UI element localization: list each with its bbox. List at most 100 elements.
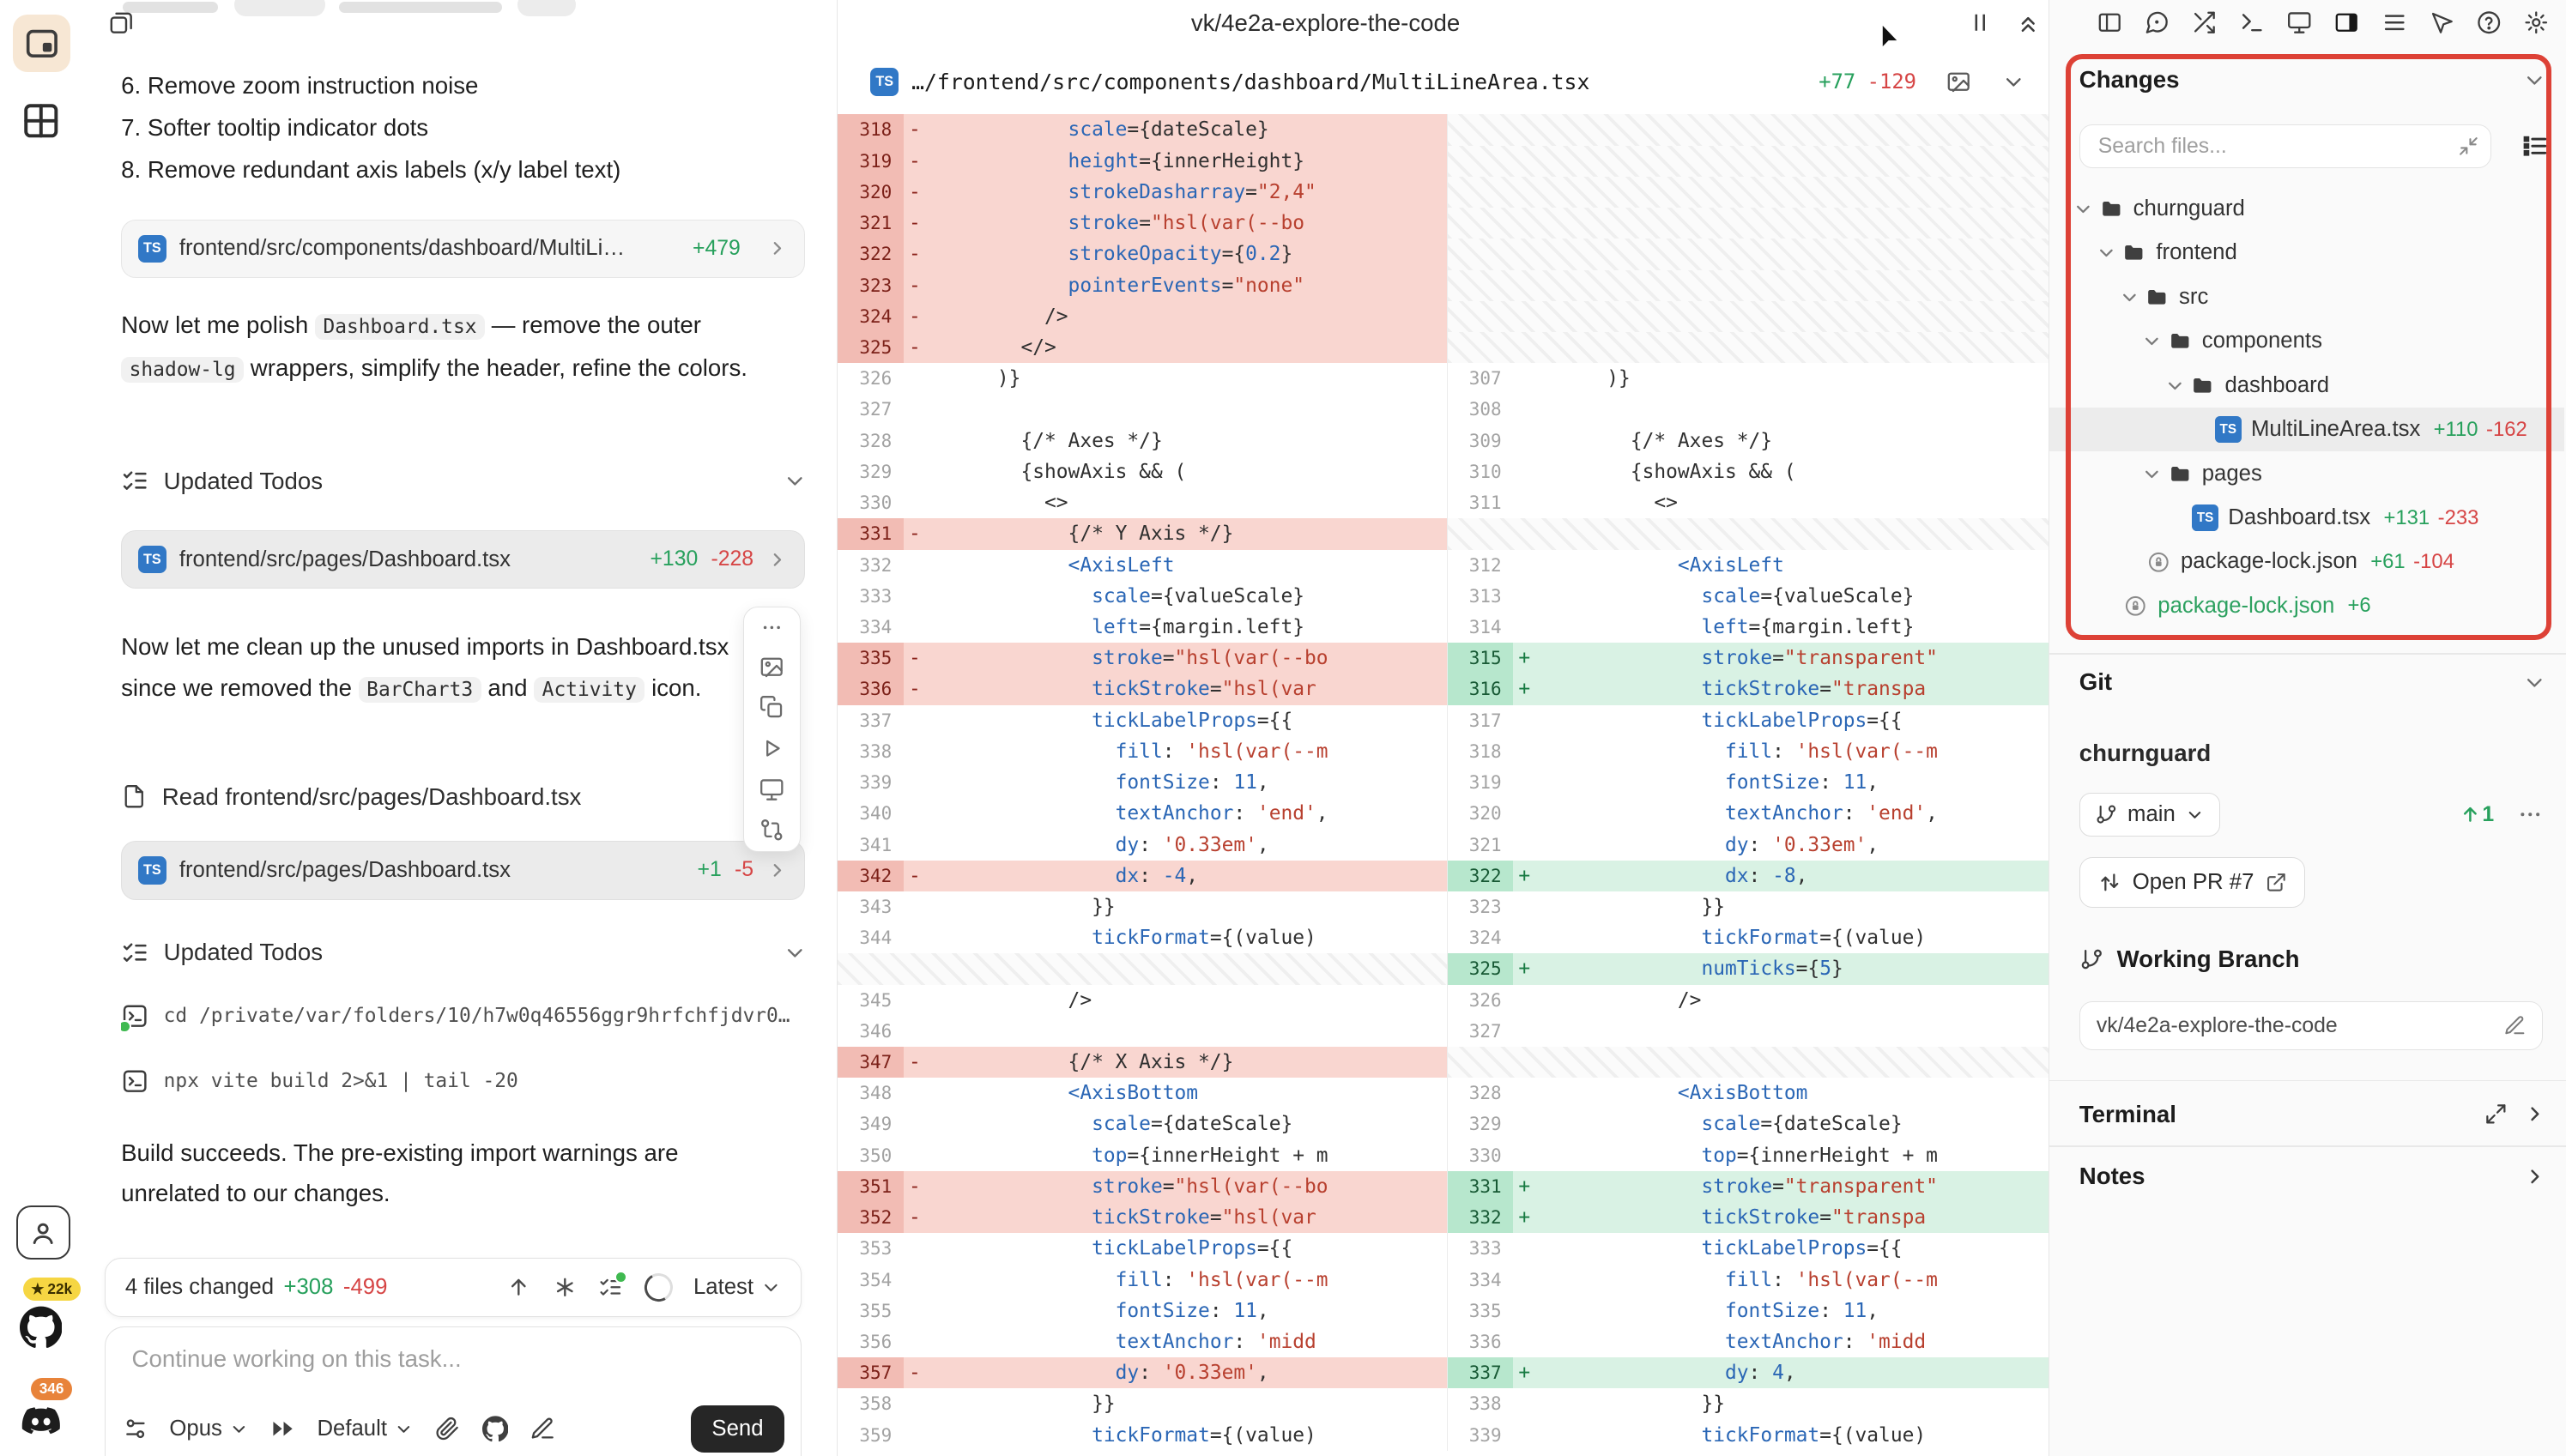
model-dropdown[interactable]: Opus	[169, 1417, 248, 1441]
pencil-icon[interactable]	[2503, 1014, 2527, 1037]
diff-line-left-318[interactable]: 318- scale={dateScale}	[838, 114, 1446, 145]
diff-line-left-347[interactable]: 347- {/* X Axis */}	[838, 1047, 1446, 1078]
more-options-icon[interactable]	[760, 616, 784, 639]
diff-line-left-334[interactable]: 334 left={margin.left}	[838, 612, 1446, 643]
diff-line-right-326[interactable]: 326 />	[1447, 985, 2049, 1016]
list-tree-icon[interactable]	[2521, 132, 2549, 160]
pen-icon[interactable]	[530, 1416, 556, 1442]
tree-file-package-lock.json[interactable]: package-lock.json+61-104	[2049, 540, 2564, 583]
diff-line-left-328[interactable]: 328 {/* Axes */}	[838, 426, 1446, 456]
tree-folder-frontend[interactable]: frontend	[2049, 231, 2564, 275]
git-compare-icon[interactable]	[759, 817, 785, 843]
diff-line-left-324[interactable]: 324- />	[838, 301, 1446, 332]
updated-todos-row[interactable]: Updated Todos	[121, 933, 808, 972]
file-change-chip[interactable]: TS frontend/src/pages/Dashboard.tsx +1 -…	[121, 841, 805, 900]
diff-line-right-336[interactable]: 336 textAnchor: 'midd	[1447, 1326, 2049, 1357]
diff-line-right-310[interactable]: 310 {showAxis && (	[1447, 456, 2049, 487]
terminal-command-row[interactable]: cd /private/var/folders/10/h7w0q46556ggr…	[121, 998, 804, 1034]
diff-line-right-315[interactable]: 315+ stroke="transparent"	[1447, 643, 2049, 674]
read-file-row[interactable]: Read frontend/src/pages/Dashboard.tsx	[121, 779, 581, 815]
minimize-icon[interactable]	[2458, 136, 2479, 157]
diff-line-left-349[interactable]: 349 scale={dateScale}	[838, 1109, 1446, 1139]
tree-folder-dashboard[interactable]: dashboard	[2049, 363, 2564, 407]
branch-selector[interactable]: main	[2079, 793, 2221, 837]
changes-section-header[interactable]: Changes	[2079, 62, 2546, 98]
diff-line-left-337[interactable]: 337 tickLabelProps={{	[838, 705, 1446, 736]
diff-line-right-309[interactable]: 309 {/* Axes */}	[1447, 426, 2049, 456]
diff-line-right-329[interactable]: 329 scale={dateScale}	[1447, 1109, 2049, 1139]
collapse-chevrons-icon[interactable]	[2015, 9, 2042, 36]
tree-file-package-lock.json[interactable]: package-lock.json+6	[2049, 584, 2564, 628]
shuffle-icon[interactable]	[2191, 9, 2218, 36]
terminal-section-header[interactable]: Terminal	[2079, 1090, 2546, 1139]
grid-view-button[interactable]	[20, 100, 63, 142]
notes-section-header[interactable]: Notes	[2079, 1151, 2546, 1200]
fast-forward-icon[interactable]	[269, 1416, 296, 1442]
tree-folder-components[interactable]: components	[2049, 319, 2564, 363]
mode-dropdown[interactable]: Default	[317, 1417, 413, 1441]
diff-line-left-346[interactable]: 346	[838, 1016, 1446, 1047]
diff-line-right-319[interactable]: 319 fontSize: 11,	[1447, 767, 2049, 798]
diff-line-left-331[interactable]: 331- {/* Y Axis */}	[838, 518, 1446, 549]
diff-line-right-323[interactable]: 323 }}	[1447, 891, 2049, 922]
account-button[interactable]	[16, 1205, 70, 1260]
diff-line-right-320[interactable]: 320 textAnchor: 'end',	[1447, 798, 2049, 829]
diff-line-left-338[interactable]: 338 fill: 'hsl(var(--m	[838, 736, 1446, 767]
tree-folder-churnguard[interactable]: churnguard	[2049, 186, 2564, 230]
diff-line-left-358[interactable]: 358 }}	[838, 1388, 1446, 1419]
diff-line-left-329[interactable]: 329 {showAxis && (	[838, 456, 1446, 487]
diff-line-right-317[interactable]: 317 tickLabelProps={{	[1447, 705, 2049, 736]
monitor-icon[interactable]	[2286, 9, 2313, 36]
diff-line-left-353[interactable]: 353 tickLabelProps={{	[838, 1233, 1446, 1264]
diff-line-right-311[interactable]: 311 <>	[1447, 487, 2049, 518]
diff-line-right-331[interactable]: 331+ stroke="transparent"	[1447, 1171, 2049, 1202]
diff-line-left-352[interactable]: 352- tickStroke="hsl(var	[838, 1202, 1446, 1233]
diff-line-right-307[interactable]: 307 )}	[1447, 363, 2049, 394]
diff-line-right-322[interactable]: 322+ dx: -8,	[1447, 861, 2049, 891]
diff-line-left-359[interactable]: 359 tickFormat={(value)	[838, 1420, 1446, 1451]
open-pr-button[interactable]: Open PR #7	[2079, 857, 2306, 908]
diff-line-left-356[interactable]: 356 textAnchor: 'midd	[838, 1326, 1446, 1357]
diff-line-right-312[interactable]: 312 <AxisLeft	[1447, 550, 2049, 581]
diff-line-left-326[interactable]: 326 )}	[838, 363, 1446, 394]
files-changed-bar[interactable]: 4 files changed +308 -499 Latest	[105, 1258, 802, 1317]
terminal-command-row[interactable]: npx vite build 2>&1 | tail -20	[121, 1063, 804, 1099]
git-section-header[interactable]: Git	[2079, 664, 2546, 700]
tree-folder-src[interactable]: src	[2049, 275, 2564, 318]
diff-line-right-318[interactable]: 318 fill: 'hsl(var(--m	[1447, 736, 2049, 767]
send-button[interactable]: Send	[691, 1405, 785, 1453]
search-input[interactable]	[2095, 133, 2458, 160]
latest-dropdown[interactable]: Latest	[693, 1275, 782, 1300]
diff-line-left-332[interactable]: 332 <AxisLeft	[838, 550, 1446, 581]
commits-ahead[interactable]: 1	[2460, 803, 2494, 827]
chevron-down-icon[interactable]	[2001, 69, 2026, 94]
diff-line-right-327[interactable]: 327	[1447, 1016, 2049, 1047]
diff-line-left-341[interactable]: 341 dy: '0.33em',	[838, 830, 1446, 861]
diff-line-left-325[interactable]: 325- </>	[838, 332, 1446, 363]
stack-icon[interactable]	[108, 9, 135, 36]
tree-folder-pages[interactable]: pages	[2049, 451, 2564, 495]
menu-icon[interactable]	[2381, 9, 2408, 36]
diff-line-left-333[interactable]: 333 scale={valueScale}	[838, 581, 1446, 612]
mouse-pointer-icon[interactable]	[2429, 9, 2455, 36]
asterisk-icon[interactable]	[553, 1275, 578, 1300]
diff-line-right-335[interactable]: 335 fontSize: 11,	[1447, 1296, 2049, 1326]
diff-line-right-325[interactable]: 325+ numTicks={5}	[1447, 953, 2049, 984]
panel-left-icon[interactable]	[2097, 9, 2123, 36]
diff-line-left-348[interactable]: 348 <AxisBottom	[838, 1078, 1446, 1109]
diff-line-left-340[interactable]: 340 textAnchor: 'end',	[838, 798, 1446, 829]
github-icon[interactable]	[482, 1416, 509, 1442]
working-branch-field[interactable]: vk/4e2a-explore-the-code	[2079, 1001, 2544, 1050]
diff-line-right-338[interactable]: 338 }}	[1447, 1388, 2049, 1419]
file-change-chip[interactable]: TS frontend/src/pages/Dashboard.tsx +130…	[121, 530, 805, 589]
play-icon[interactable]	[759, 735, 785, 762]
image-icon[interactable]	[1946, 69, 1972, 95]
diff-line-left-357[interactable]: 357- dy: '0.33em',	[838, 1357, 1446, 1388]
diff-line-right-321[interactable]: 321 dy: '0.33em',	[1447, 830, 2049, 861]
diff-line-right-308[interactable]: 308	[1447, 394, 2049, 425]
expand-icon[interactable]	[2484, 1103, 2508, 1126]
diff-line-left-319[interactable]: 319- height={innerHeight}	[838, 146, 1446, 177]
diff-line-left-323[interactable]: 323- pointerEvents="none"	[838, 270, 1446, 301]
diff-line-right-316[interactable]: 316+ tickStroke="transpa	[1447, 674, 2049, 704]
diff-line-right-324[interactable]: 324 tickFormat={(value)	[1447, 922, 2049, 953]
